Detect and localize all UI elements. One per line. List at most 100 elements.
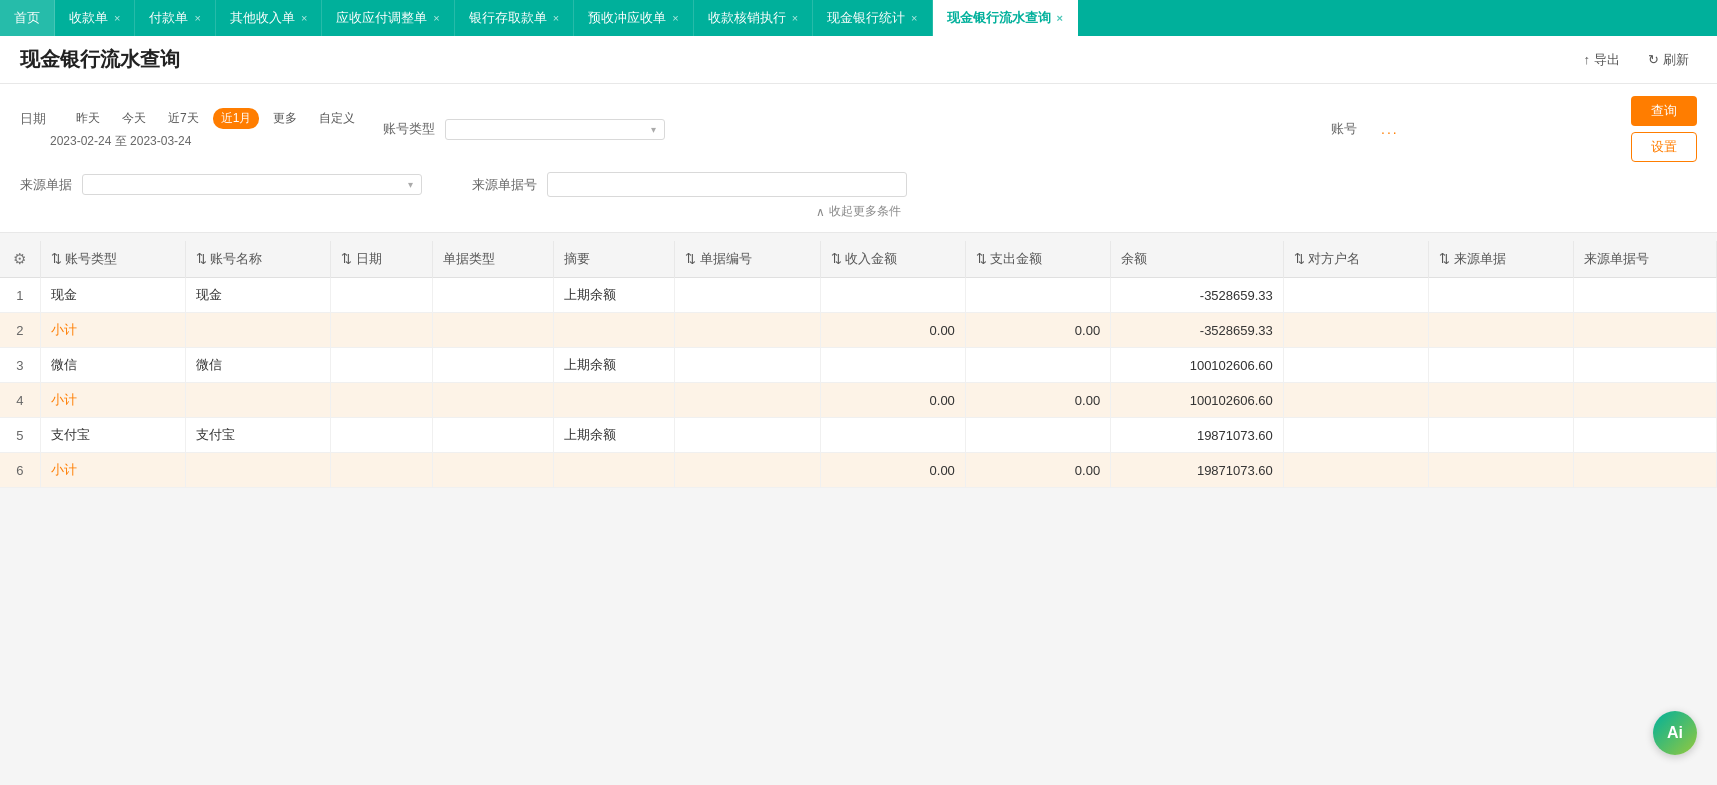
th-source-doc-no-label: 来源单据号 [1584,251,1649,266]
close-bank-flow-icon[interactable]: × [1057,12,1063,24]
nav-item-home[interactable]: 首页 [0,0,55,36]
th-date[interactable]: ⇅ 日期 [331,241,433,278]
nav-item-bank-flow[interactable]: 现金银行流水查询 × [933,0,1078,36]
table-settings-icon[interactable]: ⚙ [13,250,26,267]
nav-item-bank-deposit[interactable]: 银行存取款单 × [455,0,574,36]
row-num: 3 [0,348,40,383]
close-other-income-icon[interactable]: × [301,12,307,24]
row-num: 6 [0,453,40,488]
th-account-type[interactable]: ⇅ 账号类型 [40,241,185,278]
cell-source-doc-no [1574,383,1717,418]
cell-account-name: 微信 [185,348,330,383]
cell-summary: 上期余额 [554,278,675,313]
th-summary: 摘要 [554,241,675,278]
action-buttons: 查询 设置 [1631,96,1697,162]
nav-item-payment[interactable]: 付款单 × [135,0,215,36]
th-income[interactable]: ⇅ 收入金额 [820,241,965,278]
account-num-label: 账号 [1331,120,1371,138]
filter-row-1: 日期 昨天 今天 近7天 近1月 更多 自定义 2023-02-24 至 202… [20,96,1697,162]
cell-source-doc [1429,383,1574,418]
settings-button[interactable]: 设置 [1631,132,1697,162]
account-num-ellipsis[interactable]: ... [1381,121,1399,137]
close-payment-icon[interactable]: × [194,12,200,24]
collapse-bar[interactable]: ∧ 收起更多条件 [20,197,1697,224]
date-btn-today[interactable]: 今天 [114,108,154,129]
date-btn-more[interactable]: 更多 [265,108,305,129]
date-btn-custom[interactable]: 自定义 [311,108,363,129]
row-num: 1 [0,278,40,313]
export-button[interactable]: ↑ 导出 [1576,47,1629,73]
th-doc-type-label: 单据类型 [443,251,495,266]
nav-item-bank-stats[interactable]: 现金银行统计 × [813,0,932,36]
page-title: 现金银行流水查询 [20,46,180,73]
cell-date [331,418,433,453]
th-doc-no[interactable]: ⇅ 单据编号 [675,241,820,278]
cell-source-doc [1429,313,1574,348]
nav-item-other-income[interactable]: 其他收入单 × [216,0,322,36]
cell-source-doc-no [1574,418,1717,453]
cell-doc-no [675,278,820,313]
cell-balance: 100102606.60 [1111,383,1284,418]
refresh-button[interactable]: ↻ 刷新 [1640,47,1697,73]
date-btn-7days[interactable]: 近7天 [160,108,207,129]
th-doc-type: 单据类型 [433,241,554,278]
close-bank-stats-icon[interactable]: × [911,12,917,24]
cell-doc-type [433,383,554,418]
close-advance-icon[interactable]: × [672,12,678,24]
cell-counterparty [1283,278,1428,313]
filter-row-2: 来源单据 ▾ 来源单据号 [20,172,1697,197]
table-row: 5支付宝支付宝上期余额19871073.60 [0,418,1717,453]
date-label: 日期 [20,110,60,128]
th-account-name-label: ⇅ 账号名称 [196,251,263,266]
cell-source-doc-no [1574,313,1717,348]
cell-income [820,278,965,313]
cell-account-name: 现金 [185,278,330,313]
cell-doc-type [433,278,554,313]
cell-doc-no [675,348,820,383]
close-verification-icon[interactable]: × [792,12,798,24]
cell-account-name [185,453,330,488]
date-row1: 日期 昨天 今天 近7天 近1月 更多 自定义 [20,108,363,129]
account-type-select[interactable]: ▾ [445,119,665,140]
source-doc-select[interactable]: ▾ [82,174,422,195]
cell-summary [554,453,675,488]
cell-date [331,348,433,383]
th-income-label: ⇅ 收入金额 [831,251,898,266]
header-actions: ↑ 导出 ↻ 刷新 [1576,47,1698,73]
cell-expense: 0.00 [965,453,1110,488]
th-gear: ⚙ [0,241,40,278]
nav-label-bank-stats: 现金银行统计 [827,9,905,27]
cell-counterparty [1283,383,1428,418]
cell-expense [965,278,1110,313]
account-type-label: 账号类型 [383,120,435,138]
cell-income [820,348,965,383]
date-btn-1month[interactable]: 近1月 [213,108,260,129]
table-row: 3微信微信上期余额100102606.60 [0,348,1717,383]
th-account-name[interactable]: ⇅ 账号名称 [185,241,330,278]
cell-account-type: 小计 [40,313,185,348]
nav-item-advance[interactable]: 预收冲应收单 × [574,0,693,36]
nav-item-ar-adjust[interactable]: 应收应付调整单 × [322,0,454,36]
close-bank-deposit-icon[interactable]: × [553,12,559,24]
th-source-doc-label: ⇅ 来源单据 [1439,251,1506,266]
source-doc-num-input[interactable] [547,172,907,197]
cell-counterparty [1283,313,1428,348]
nav-item-verification[interactable]: 收款核销执行 × [694,0,813,36]
row-num: 4 [0,383,40,418]
cell-summary [554,313,675,348]
th-expense[interactable]: ⇅ 支出金额 [965,241,1110,278]
close-receipt-icon[interactable]: × [114,12,120,24]
source-doc-num-label: 来源单据号 [472,176,537,194]
close-ar-adjust-icon[interactable]: × [433,12,439,24]
collapse-label: 收起更多条件 [829,203,901,220]
th-source-doc[interactable]: ⇅ 来源单据 [1429,241,1574,278]
page-header: 现金银行流水查询 ↑ 导出 ↻ 刷新 [0,36,1717,84]
th-counterparty[interactable]: ⇅ 对方户名 [1283,241,1428,278]
export-icon: ↑ [1584,52,1591,67]
cell-account-name: 支付宝 [185,418,330,453]
account-type-filter: 账号类型 ▾ [383,119,1311,140]
table-row: 4小计0.000.00100102606.60 [0,383,1717,418]
query-button[interactable]: 查询 [1631,96,1697,126]
date-btn-yesterday[interactable]: 昨天 [68,108,108,129]
nav-item-receipt[interactable]: 收款单 × [55,0,135,36]
